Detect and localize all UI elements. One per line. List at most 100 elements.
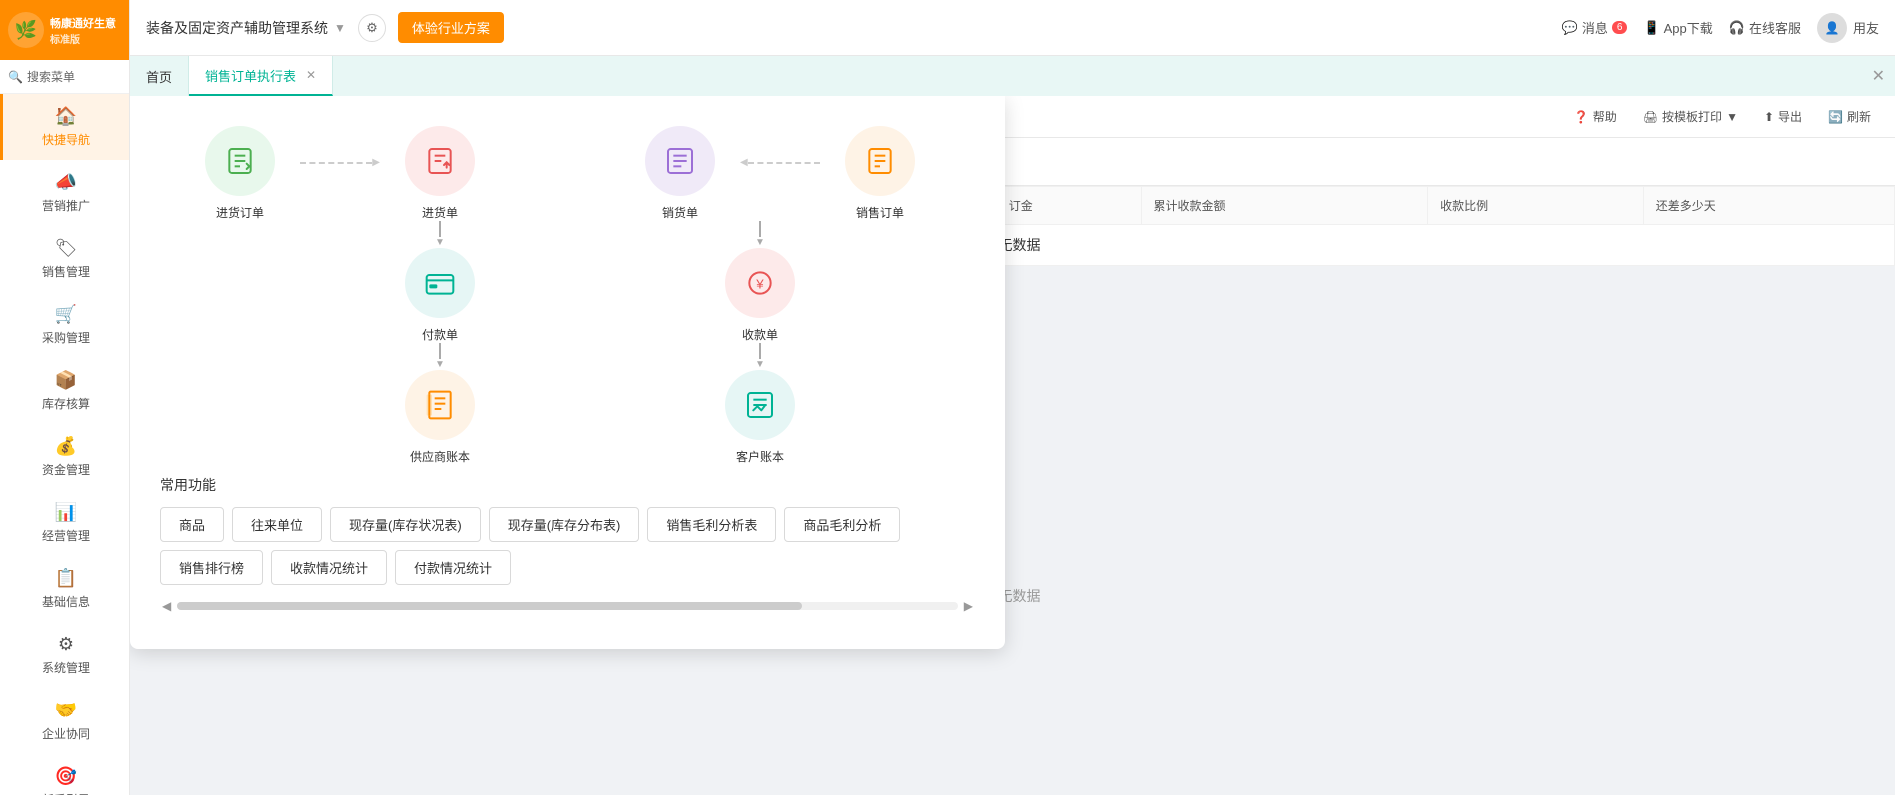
search-menu[interactable]: 🔍 搜索菜单 bbox=[0, 60, 129, 94]
basic-info-icon: 📋 bbox=[55, 568, 77, 589]
sidebar-item-enterprise[interactable]: 🤝 企业协同 bbox=[0, 688, 129, 754]
refresh-icon: 🔄 bbox=[1828, 110, 1843, 124]
sidebar-item-sales[interactable]: 🏷 销售管理 bbox=[0, 226, 129, 292]
refresh-button[interactable]: 🔄 刷新 bbox=[1820, 104, 1879, 129]
settings-button[interactable]: ⚙ bbox=[358, 14, 386, 42]
payment-label: 付款单 bbox=[422, 326, 458, 343]
message-button[interactable]: 💬 消息 6 bbox=[1562, 18, 1628, 37]
service-icon: 🎧 bbox=[1729, 20, 1745, 36]
flow-node-sales-order[interactable]: 销售订单 bbox=[820, 126, 940, 221]
flow-node-sales-bill[interactable]: 销货单 bbox=[620, 126, 740, 221]
flow-node-payment[interactable]: 付款单 bbox=[380, 248, 500, 343]
scroll-track[interactable] bbox=[177, 602, 958, 610]
sidebar-item-finance[interactable]: 💰 资金管理 bbox=[0, 424, 129, 490]
func-btn-stock-dist[interactable]: 现存量(库存分布表) bbox=[489, 507, 640, 542]
sidebar-item-system[interactable]: ⚙ 系统管理 bbox=[0, 622, 129, 688]
sidebar-item-label: 快捷导航 bbox=[42, 131, 90, 148]
marketing-icon: 📣 bbox=[55, 172, 77, 193]
func-buttons-row2: 销售排行榜 收款情况统计 付款情况统计 bbox=[160, 550, 975, 585]
sidebar-item-label: 经营管理 bbox=[42, 527, 90, 544]
customer-ledger-icon bbox=[725, 370, 795, 440]
logo-icon: 🌿 bbox=[8, 12, 44, 48]
system-title-area: 装备及固定资产辅助管理系统 ▼ bbox=[146, 18, 346, 38]
col-header-collection-ratio: 收款比例 bbox=[1428, 187, 1644, 225]
customer-ledger-label: 客户账本 bbox=[736, 448, 784, 465]
trial-button[interactable]: 体验行业方案 bbox=[398, 12, 504, 43]
sidebar-item-quick-nav[interactable]: 🏠 快捷导航 bbox=[0, 94, 129, 160]
app-download-button[interactable]: 📱 App下载 bbox=[1643, 18, 1712, 37]
purchase-bill-label: 进货单 bbox=[422, 204, 458, 221]
purchase-bill-icon bbox=[405, 126, 475, 196]
template-print-button[interactable]: 🖨 按模板打印 ▼ bbox=[1635, 104, 1746, 129]
col-header-days-diff: 还差多少天 bbox=[1643, 187, 1894, 225]
scroll-left-arrow[interactable]: ◀ bbox=[160, 599, 173, 613]
flow-node-supplier-ledger[interactable]: 供应商账本 bbox=[380, 370, 500, 465]
export-icon: ⬆ bbox=[1764, 110, 1774, 124]
func-btn-sales-profit[interactable]: 销售毛利分析表 bbox=[647, 507, 776, 542]
sidebar: 🌿 畅康通好生意 标准版 🔍 搜索菜单 🏠 快捷导航 📣 营销推广 🏷 销售管理 bbox=[0, 0, 130, 795]
system-title: 装备及固定资产辅助管理系统 bbox=[146, 18, 328, 38]
func-btn-payment-stat[interactable]: 付款情况统计 bbox=[395, 550, 511, 585]
sidebar-item-purchase[interactable]: 🛒 采购管理 bbox=[0, 292, 129, 358]
tab-sales-order-label: 销售订单执行表 bbox=[205, 66, 296, 85]
flow-node-receipt[interactable]: ¥ 收款单 bbox=[700, 248, 820, 343]
purchase-icon: 🛒 bbox=[55, 304, 77, 325]
sidebar-nav: 🏠 快捷导航 📣 营销推广 🏷 销售管理 🛒 采购管理 📦 库存核算 💰 bbox=[0, 94, 129, 795]
sidebar-item-label: 系统管理 bbox=[42, 659, 90, 676]
topbar-right: 💬 消息 6 📱 App下载 🎧 在线客服 👤 用友 bbox=[1562, 13, 1879, 43]
tabbar: 首页 销售订单执行表 ✕ ✕ bbox=[130, 56, 1895, 96]
operations-icon: 📊 bbox=[55, 502, 77, 523]
purchase-order-label: 进货订单 bbox=[216, 204, 264, 221]
finance-icon: 💰 bbox=[55, 436, 77, 457]
help-button[interactable]: ❓ 帮助 bbox=[1566, 104, 1625, 129]
flow-node-purchase-bill[interactable]: 进货单 bbox=[380, 126, 500, 221]
user-avatar: 👤 bbox=[1817, 13, 1847, 43]
common-functions: 常用功能 商品 往来单位 现存量(库存状况表) 现存量(库存分布表) 销售毛利分… bbox=[160, 475, 975, 585]
sales-order-icon bbox=[845, 126, 915, 196]
scroll-thumb bbox=[177, 602, 801, 610]
func-btn-receipt-stat[interactable]: 收款情况统计 bbox=[271, 550, 387, 585]
func-btn-stock-status[interactable]: 现存量(库存状况表) bbox=[330, 507, 481, 542]
receipt-icon: ¥ bbox=[725, 248, 795, 318]
search-icon: 🔍 bbox=[8, 70, 23, 84]
topbar: 装备及固定资产辅助管理系统 ▼ ⚙ 体验行业方案 💬 消息 6 📱 App下载 … bbox=[130, 0, 1895, 56]
sidebar-item-label: 企业协同 bbox=[42, 725, 90, 742]
sidebar-logo: 🌿 畅康通好生意 标准版 bbox=[0, 0, 129, 60]
logo-sub: 标准版 bbox=[50, 31, 116, 46]
func-btn-sales-rank[interactable]: 销售排行榜 bbox=[160, 550, 263, 585]
tab-sales-order[interactable]: 销售订单执行表 ✕ bbox=[189, 56, 333, 96]
message-icon: 💬 bbox=[1562, 20, 1578, 36]
func-btn-product[interactable]: 商品 bbox=[160, 507, 224, 542]
system-dropdown-icon[interactable]: ▼ bbox=[334, 21, 346, 35]
user-area[interactable]: 👤 用友 bbox=[1817, 13, 1879, 43]
sidebar-item-inventory[interactable]: 📦 库存核算 bbox=[0, 358, 129, 424]
sales-icon: 🏷 bbox=[55, 238, 78, 259]
flow-node-customer-ledger[interactable]: 客户账本 bbox=[700, 370, 820, 465]
flow-node-purchase-order[interactable]: 进货订单 bbox=[180, 126, 300, 221]
scroll-right-arrow[interactable]: ▶ bbox=[962, 599, 975, 613]
sidebar-item-label: 基础信息 bbox=[42, 593, 90, 610]
sidebar-item-guide[interactable]: 🎯 新手引导 bbox=[0, 754, 129, 795]
guide-icon: 🎯 bbox=[55, 766, 77, 787]
sidebar-item-label: 采购管理 bbox=[42, 329, 90, 346]
tab-home[interactable]: 首页 bbox=[130, 56, 189, 96]
system-icon: ⚙ bbox=[58, 634, 74, 655]
tabbar-close-right[interactable]: ✕ bbox=[1872, 66, 1885, 86]
sidebar-item-basic-info[interactable]: 📋 基础信息 bbox=[0, 556, 129, 622]
sales-order-label: 销售订单 bbox=[856, 204, 904, 221]
download-icon: 📱 bbox=[1643, 20, 1659, 36]
message-badge: 6 bbox=[1612, 21, 1628, 34]
main-content: 装备及固定资产辅助管理系统 ▼ ⚙ 体验行业方案 💬 消息 6 📱 App下载 … bbox=[130, 0, 1895, 795]
svg-text:¥: ¥ bbox=[755, 276, 764, 291]
common-func-title: 常用功能 bbox=[160, 475, 975, 495]
sidebar-item-operations[interactable]: 📊 经营管理 bbox=[0, 490, 129, 556]
col-header-deposit: 订金 bbox=[996, 187, 1141, 225]
print-dropdown-icon: ▼ bbox=[1726, 110, 1738, 124]
tab-close-icon[interactable]: ✕ bbox=[306, 68, 316, 82]
export-button[interactable]: ⬆ 导出 bbox=[1756, 104, 1810, 129]
func-btn-counterpart[interactable]: 往来单位 bbox=[232, 507, 322, 542]
sidebar-item-marketing[interactable]: 📣 营销推广 bbox=[0, 160, 129, 226]
purchase-order-icon bbox=[205, 126, 275, 196]
func-btn-product-profit[interactable]: 商品毛利分析 bbox=[784, 507, 900, 542]
online-service-button[interactable]: 🎧 在线客服 bbox=[1729, 18, 1801, 37]
